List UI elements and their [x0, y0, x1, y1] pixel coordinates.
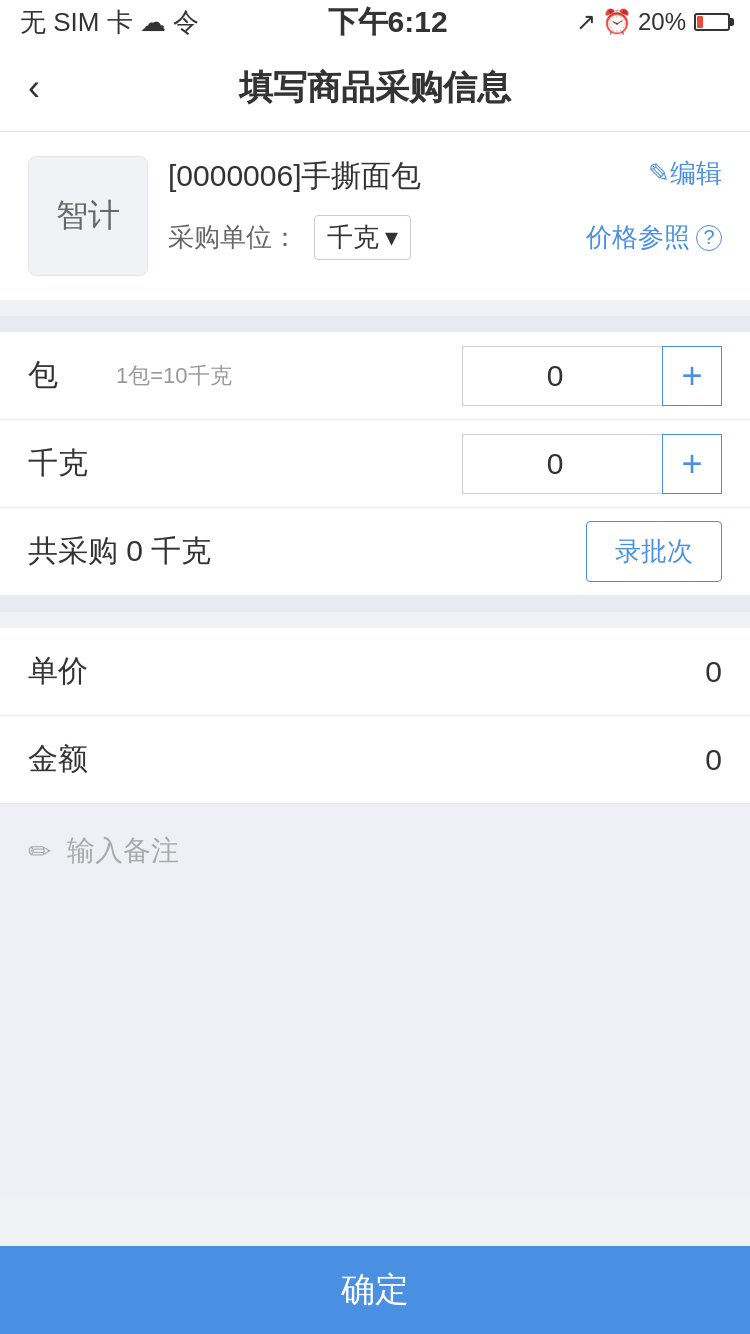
status-left: 无 SIM 卡 ☁ 令: [20, 5, 199, 40]
unit-price-value: 0: [705, 655, 722, 689]
unit-selector-group: 采购单位： 千克 ▾: [168, 215, 411, 260]
price-ref-label: 价格参照: [586, 220, 690, 255]
section-divider-1: [0, 316, 750, 332]
total-summary-text: 共采购 0 千克: [28, 531, 211, 572]
bottom-spacer: [0, 898, 750, 1198]
product-header: [0000006]手撕面包 ✎编辑: [168, 156, 722, 197]
unit-dropdown[interactable]: 千克 ▾: [314, 215, 411, 260]
alarm-icon: ⏰: [602, 8, 632, 36]
battery-percent: 20%: [638, 8, 686, 36]
unit-label: 采购单位：: [168, 222, 298, 252]
kg-input-row: 千克 +: [0, 420, 750, 508]
confirm-button[interactable]: 确定: [0, 1246, 750, 1334]
help-icon: ?: [696, 225, 722, 251]
dropdown-icon: ▾: [385, 222, 398, 253]
bag-input-row: 包 1包=10千克 +: [0, 332, 750, 420]
nav-bar: ‹ 填写商品采购信息: [0, 44, 750, 132]
product-card: 智计 [0000006]手撕面包 ✎编辑 采购单位： 千克 ▾ 价格参照 ?: [0, 132, 750, 300]
pencil-icon: ✏: [28, 835, 51, 868]
quantity-input-section: 包 1包=10千克 + 千克 + 共采购 0 千克 录批次: [0, 332, 750, 596]
bag-quantity-input[interactable]: [462, 346, 662, 406]
kg-quantity-input[interactable]: [462, 434, 662, 494]
product-info: [0000006]手撕面包 ✎编辑 采购单位： 千克 ▾ 价格参照 ?: [168, 156, 722, 260]
bag-label: 包: [28, 355, 108, 396]
unit-value: 千克: [327, 220, 379, 255]
bag-input-control: +: [462, 346, 722, 406]
unit-price-label: 单价: [28, 651, 88, 692]
summary-row: 共采购 0 千克 录批次: [0, 508, 750, 596]
bag-plus-button[interactable]: +: [662, 346, 722, 406]
page-title: 填写商品采购信息: [239, 65, 511, 111]
kg-plus-button[interactable]: +: [662, 434, 722, 494]
section-divider-2: [0, 596, 750, 612]
product-name: [0000006]手撕面包: [168, 156, 648, 197]
pricing-section: 单价 0 金额 0: [0, 628, 750, 804]
status-right: ↗ ⏰ 20%: [576, 8, 730, 36]
edit-button[interactable]: ✎编辑: [648, 156, 722, 191]
product-thumbnail: 智计: [28, 156, 148, 276]
product-logo-text: 智计: [56, 194, 120, 238]
bag-sublabel: 1包=10千克: [116, 361, 462, 391]
note-section[interactable]: ✏ 输入备注: [0, 804, 750, 898]
amount-label: 金额: [28, 739, 88, 780]
note-placeholder-text: 输入备注: [67, 832, 179, 870]
product-unit-row: 采购单位： 千克 ▾ 价格参照 ?: [168, 215, 722, 260]
amount-row: 金额 0: [0, 716, 750, 804]
amount-value: 0: [705, 743, 722, 777]
price-reference-button[interactable]: 价格参照 ?: [586, 220, 722, 255]
location-icon: ↗: [576, 8, 596, 36]
unit-price-row: 单价 0: [0, 628, 750, 716]
battery-icon: [694, 13, 730, 31]
status-time: 下午6:12: [328, 2, 448, 43]
kg-label: 千克: [28, 443, 108, 484]
back-button[interactable]: ‹: [28, 67, 40, 109]
battery-fill: [697, 16, 703, 28]
kg-input-control: +: [462, 434, 722, 494]
status-bar: 无 SIM 卡 ☁ 令 下午6:12 ↗ ⏰ 20%: [0, 0, 750, 44]
record-batch-button[interactable]: 录批次: [586, 521, 722, 582]
